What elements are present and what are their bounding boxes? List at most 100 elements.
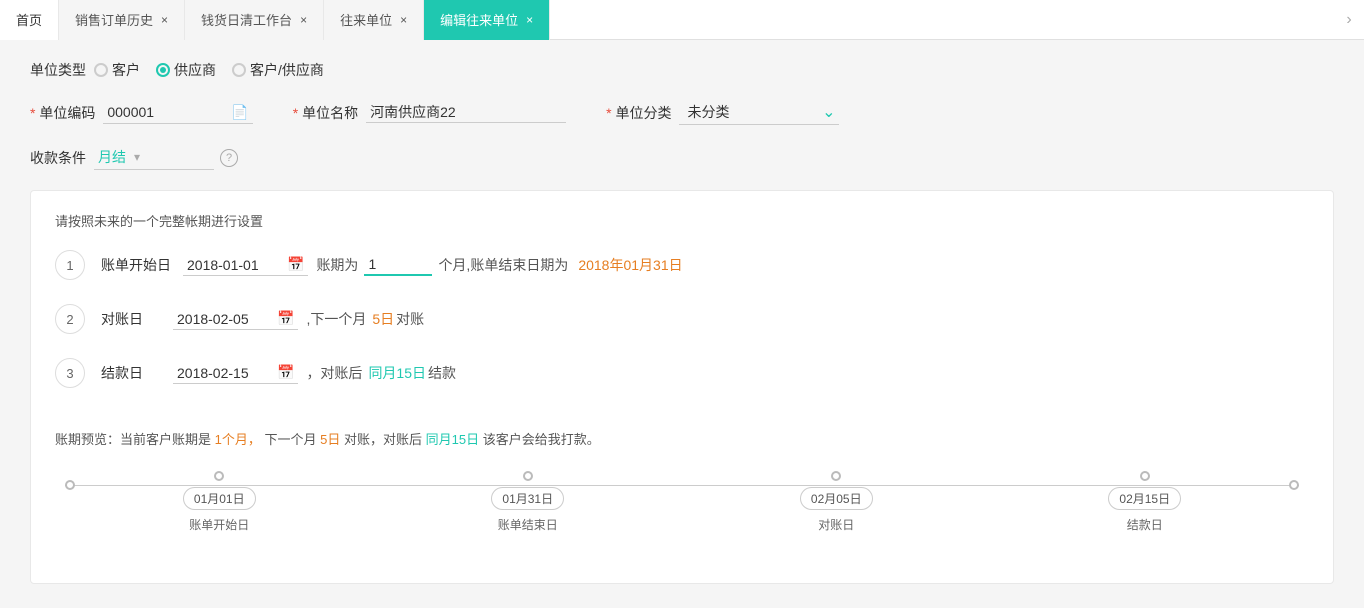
radio-customer-supplier[interactable]: 客户/供应商 <box>232 60 324 80</box>
preview-section: 账期预览：当前客户账期是 1个月， 下一个月 5日 对账，对账后 同月15日 该… <box>55 412 1309 451</box>
timeline-label-4: 结款日 <box>1127 516 1163 533</box>
calendar-icon[interactable]: 📅 <box>277 364 294 381</box>
radio-customer-supplier-circle <box>232 63 246 77</box>
period-text-3b: 结款 <box>428 363 456 383</box>
tab-home-label: 首页 <box>16 10 42 29</box>
help-icon[interactable]: ? <box>220 149 238 167</box>
timeline-badge-1: 01月01日 <box>183 487 256 510</box>
tab-cash-workbench[interactable]: 钱货日清工作台 × <box>185 0 324 40</box>
timeline-item-2: 01月31日 账单结束日 <box>374 471 683 533</box>
close-icon[interactable]: × <box>300 14 307 26</box>
period-text-1a: 账期为 <box>316 255 358 275</box>
tabs-scroll-arrow[interactable]: › <box>1334 0 1364 40</box>
tab-partner-unit[interactable]: 往来单位 × <box>324 0 424 40</box>
payment-terms-field: 收款条件 月结 ▾ ? <box>30 145 238 170</box>
timeline-item-3: 02月05日 对账日 <box>682 471 991 533</box>
payment-date-input[interactable] <box>177 365 277 381</box>
unit-name-field: 单位名称 <box>293 102 566 123</box>
unit-name-label: 单位名称 <box>293 103 358 123</box>
tab-home[interactable]: 首页 <box>0 0 59 40</box>
timeline-badge-4: 02月15日 <box>1108 487 1181 510</box>
unit-category-label: 单位分类 <box>606 103 671 123</box>
payment-terms-value: 月结 <box>98 147 126 167</box>
tab-cash-workbench-label: 钱货日清工作台 <box>201 10 292 29</box>
close-icon[interactable]: × <box>400 14 407 26</box>
period-label-3: 结款日 <box>101 363 161 383</box>
tab-partner-unit-label: 往来单位 <box>340 10 392 29</box>
payment-terms-label: 收款条件 <box>30 148 86 168</box>
timeline-dot-2 <box>523 471 533 481</box>
row-num-2: 2 <box>55 304 85 334</box>
period-text-2b: 对账 <box>396 309 424 329</box>
unit-name-input[interactable] <box>366 102 566 123</box>
timeline-badge-3: 02月05日 <box>800 487 873 510</box>
payment-terms-select[interactable]: 月结 ▾ <box>94 145 214 170</box>
timeline-badge-2: 01月31日 <box>491 487 564 510</box>
start-date-input[interactable] <box>187 257 287 273</box>
period-months-input[interactable] <box>368 256 428 272</box>
start-date-wrap: 📅 <box>183 254 308 276</box>
close-icon[interactable]: × <box>161 14 168 26</box>
reconcile-date-input[interactable] <box>177 311 277 327</box>
radio-supplier-circle <box>156 63 170 77</box>
timeline-container: 01月01日 账单开始日 01月31日 账单结束日 02月05日 对账日 <box>55 471 1309 563</box>
unit-type-label: 单位类型 <box>30 60 86 80</box>
preview-text-3: 该客户会给我打款。 <box>483 432 600 447</box>
timeline-label-2: 账单结束日 <box>498 516 558 533</box>
timeline-dot-1 <box>214 471 224 481</box>
payment-date-wrap: 📅 <box>173 362 298 384</box>
payment-highlight: 同月15日 <box>368 363 426 383</box>
preview-highlight-1: 1个月， <box>215 432 261 447</box>
period-end-date: 2018年01月31日 <box>578 255 682 275</box>
panel-description: 请按照未来的一个完整帐期进行设置 <box>55 211 1309 230</box>
radio-customer[interactable]: 客户 <box>94 60 140 80</box>
preview-highlight-2: 5日 <box>320 432 340 447</box>
unit-code-input-wrap: 📄 <box>103 102 252 124</box>
tab-sales-history[interactable]: 销售订单历史 × <box>59 0 185 40</box>
unit-code-input[interactable] <box>107 104 227 120</box>
period-panel: 请按照未来的一个完整帐期进行设置 1 账单开始日 📅 账期为 个月,账单结束日期… <box>30 190 1334 584</box>
period-label-1: 账单开始日 <box>101 255 171 275</box>
radio-customer-label: 客户 <box>112 60 140 80</box>
timeline-items: 01月01日 账单开始日 01月31日 账单结束日 02月05日 对账日 <box>65 471 1299 533</box>
timeline-dot-4 <box>1140 471 1150 481</box>
preview-label: 账期预览：当前客户账期是 <box>55 432 211 447</box>
calendar-icon[interactable]: 📅 <box>277 310 294 327</box>
unit-type-field: 单位类型 客户 供应商 客户/供应商 <box>30 60 324 80</box>
preview-text-1: 下一个月 <box>265 432 317 447</box>
timeline-label-3: 对账日 <box>818 516 854 533</box>
calendar-icon[interactable]: 📄 <box>231 104 248 121</box>
preview-highlight-3: 同月15日 <box>426 432 479 447</box>
main-content: 单位类型 客户 供应商 客户/供应商 单位编码 <box>0 40 1364 608</box>
timeline-item-4: 02月15日 结款日 <box>991 471 1300 533</box>
unit-type-radio-group: 客户 供应商 客户/供应商 <box>94 60 324 80</box>
timeline-item-1: 01月01日 账单开始日 <box>65 471 374 533</box>
radio-supplier-label: 供应商 <box>174 60 216 80</box>
period-row-1: 1 账单开始日 📅 账期为 个月,账单结束日期为 2018年01月31日 <box>55 250 1309 280</box>
period-months-wrap <box>364 254 432 276</box>
unit-type-row: 单位类型 客户 供应商 客户/供应商 <box>30 60 1334 80</box>
unit-category-field: 单位分类 未分类 ⌄ <box>606 100 839 125</box>
tab-edit-partner-unit[interactable]: 编辑往来单位 × <box>424 0 550 40</box>
reconcile-highlight: 5日 <box>372 309 394 329</box>
chevron-down-icon: ⌄ <box>822 102 835 122</box>
row-num-1: 1 <box>55 250 85 280</box>
preview-text-2: 对账，对账后 <box>344 432 422 447</box>
close-icon[interactable]: × <box>526 14 533 26</box>
unit-category-select[interactable]: 未分类 ⌄ <box>679 100 839 125</box>
payment-terms-row: 收款条件 月结 ▾ ? <box>30 145 1334 170</box>
unit-info-row: 单位编码 📄 单位名称 单位分类 未分类 ⌄ <box>30 100 1334 125</box>
period-text-2a: ,下一个月 <box>306 309 366 329</box>
radio-supplier[interactable]: 供应商 <box>156 60 216 80</box>
calendar-icon[interactable]: 📅 <box>287 256 304 273</box>
unit-category-value: 未分类 <box>687 102 831 122</box>
unit-code-label: 单位编码 <box>30 103 95 123</box>
unit-code-field: 单位编码 📄 <box>30 102 253 124</box>
timeline-dot-3 <box>831 471 841 481</box>
tabs-bar: 首页 销售订单历史 × 钱货日清工作台 × 往来单位 × 编辑往来单位 × › <box>0 0 1364 40</box>
tab-edit-partner-unit-label: 编辑往来单位 <box>440 10 518 29</box>
preview-text: 账期预览：当前客户账期是 1个月， 下一个月 5日 对账，对账后 同月15日 该… <box>55 428 1309 451</box>
tab-sales-history-label: 销售订单历史 <box>75 10 153 29</box>
timeline-label-1: 账单开始日 <box>189 516 249 533</box>
period-row-3: 3 结款日 📅 ，对账后 同月15日 结款 <box>55 358 1309 388</box>
